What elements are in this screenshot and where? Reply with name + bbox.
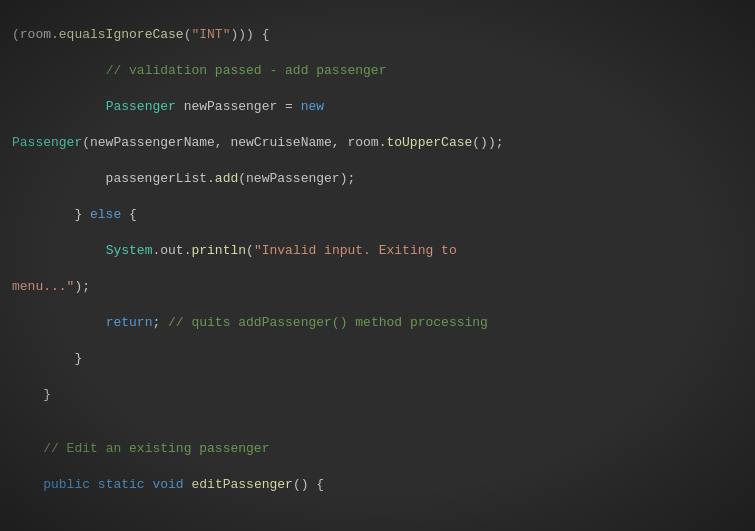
code-line: System.out.println("Invalid input. Exiti… [12,242,743,260]
code-line: (room.equalsIgnoreCase("INT"))) { [12,26,743,44]
code-line: // Edit an existing passenger [12,440,743,458]
code-area: (room.equalsIgnoreCase("INT"))) { // val… [0,0,755,531]
code-line: } [12,350,743,368]
code-editor: (room.equalsIgnoreCase("INT"))) { // val… [0,0,755,531]
code-line: return; // quits addPassenger() method p… [12,314,743,332]
code-line: passengerList.add(newPassenger); [12,170,743,188]
code-line: } [12,386,743,404]
code-line: } else { [12,206,743,224]
code-line: Passenger newPassenger = new [12,98,743,116]
code-line: menu..."); [12,278,743,296]
code-line: public static void editPassenger() { [12,476,743,494]
code-line: Passenger(newPassengerName, newCruiseNam… [12,134,743,152]
code-line: // validation passed - add passenger [12,62,743,80]
code-content[interactable]: (room.equalsIgnoreCase("INT"))) { // val… [0,0,755,531]
